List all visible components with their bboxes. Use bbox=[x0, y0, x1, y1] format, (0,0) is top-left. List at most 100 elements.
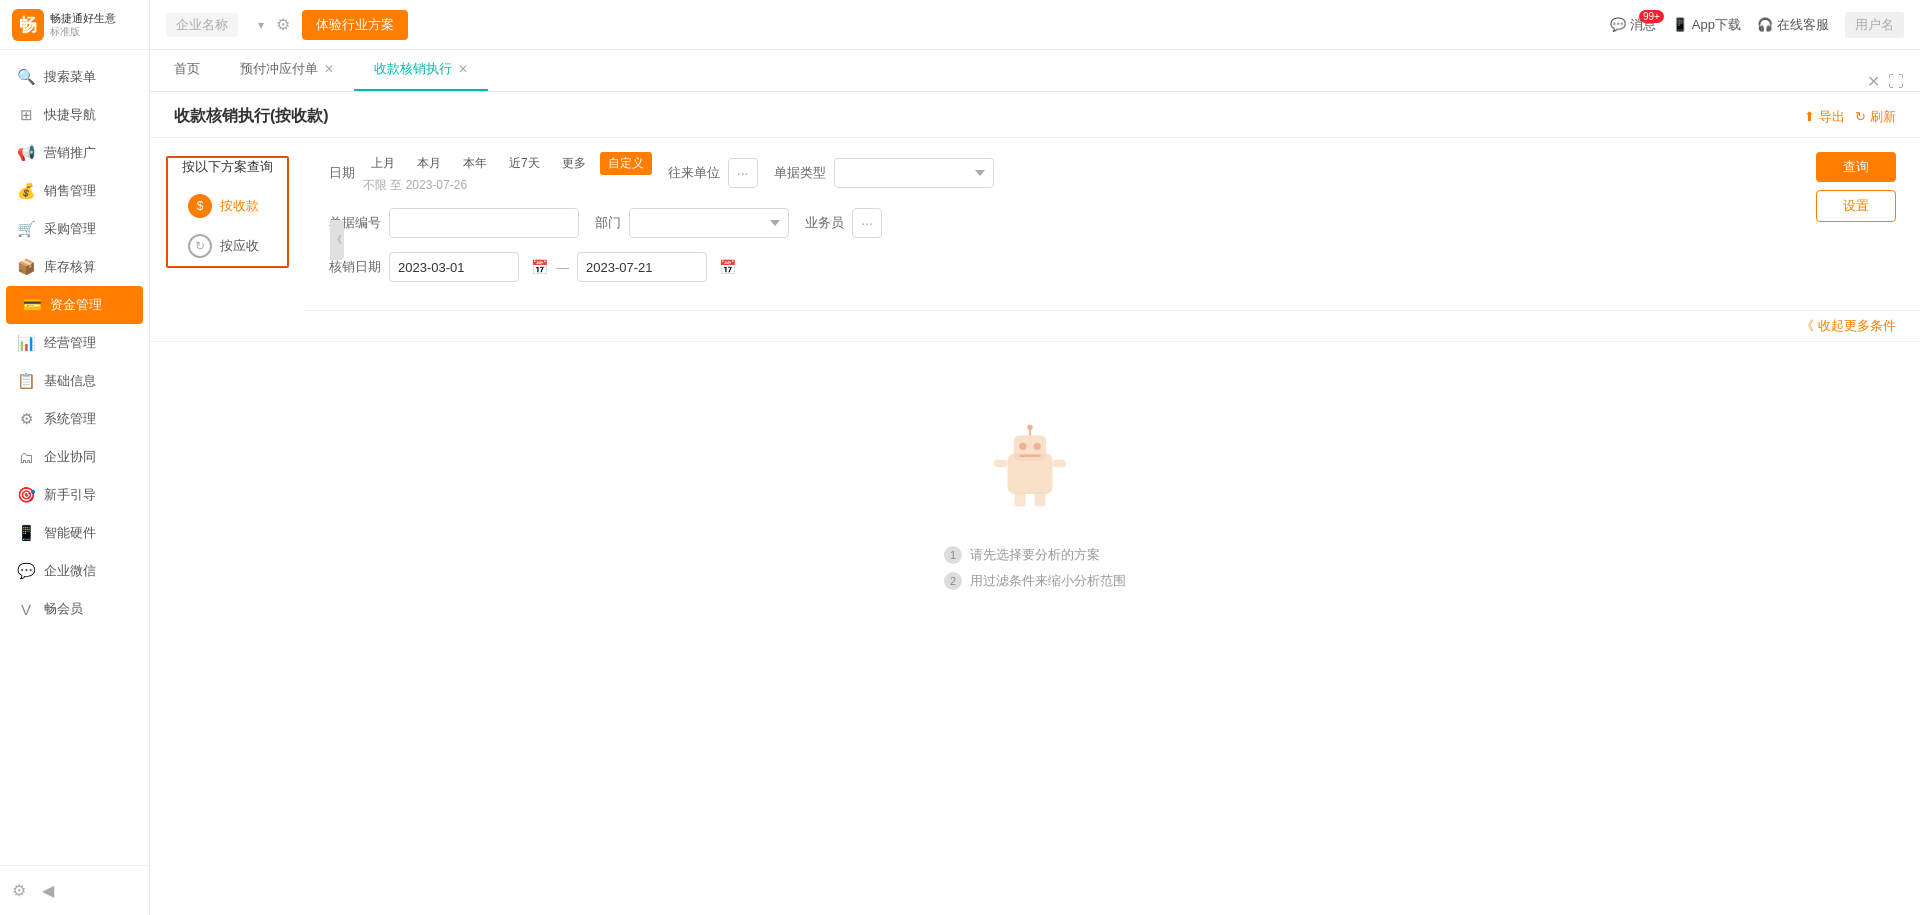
sidebar-item-系统管理[interactable]: ⚙系统管理 bbox=[0, 400, 149, 438]
filter-panel: 按以下方案查询 $ 按收款 ↻ 按应收 bbox=[166, 156, 289, 268]
calendar-end-icon[interactable]: 📅 bbox=[719, 259, 736, 275]
topbar-brand: 企业名称 bbox=[166, 13, 238, 37]
sidebar-item-销售管理[interactable]: 💰销售管理 bbox=[0, 172, 149, 210]
page-header-actions: ⬆ 导出 ↻ 刷新 bbox=[1804, 108, 1896, 126]
date-more-btn[interactable]: 更多 bbox=[554, 152, 594, 175]
svg-rect-7 bbox=[994, 460, 1008, 467]
bill-no-input[interactable] bbox=[389, 208, 579, 238]
verify-date-field: 核销日期 📅 — 📅 bbox=[329, 252, 736, 282]
tab-close-prepay[interactable]: ✕ bbox=[324, 62, 334, 76]
verify-date-start-input[interactable] bbox=[389, 252, 519, 282]
tabs-bar: 首页 预付冲应付单 ✕ 收款核销执行 ✕ ✕ ⛶ bbox=[150, 50, 1920, 92]
svg-point-2 bbox=[1019, 443, 1026, 450]
date-7days-btn[interactable]: 近7天 bbox=[501, 152, 548, 175]
receipt-filter-icon: $ bbox=[188, 194, 212, 218]
headset-icon: 🎧 bbox=[1757, 17, 1773, 32]
sidebar-item-畅会员[interactable]: V畅会员 bbox=[0, 590, 149, 628]
date-this-year-btn[interactable]: 本年 bbox=[455, 152, 495, 175]
filter-option-by-receipt[interactable]: $ 按收款 bbox=[168, 186, 287, 226]
svg-rect-10 bbox=[1035, 492, 1046, 506]
sidebar-item-快捷导航[interactable]: ⊞快捷导航 bbox=[0, 96, 149, 134]
sidebar-nav: 🔍搜索菜单⊞快捷导航📢营销推广💰销售管理🛒采购管理📦库存核算💳资金管理📊经营管理… bbox=[0, 50, 149, 865]
calendar-start-icon[interactable]: 📅 bbox=[531, 259, 548, 275]
empty-tips: 1 请先选择要分析的方案 2 用过滤条件来缩小分析范围 bbox=[944, 542, 1126, 594]
dept-select[interactable] bbox=[629, 208, 789, 238]
svg-rect-4 bbox=[1019, 454, 1041, 457]
date-separator: — bbox=[556, 260, 569, 275]
collapse-up-icon: 《 bbox=[1801, 317, 1814, 335]
staff-picker-btn[interactable]: ··· bbox=[852, 208, 882, 238]
svg-rect-9 bbox=[1015, 492, 1026, 506]
close-tab-icon[interactable]: ✕ bbox=[1867, 72, 1880, 91]
sidebar-item-营销推广[interactable]: 📢营销推广 bbox=[0, 134, 149, 172]
date-this-month-btn[interactable]: 本月 bbox=[409, 152, 449, 175]
page-title: 收款核销执行(按收款) bbox=[174, 106, 329, 127]
svg-point-6 bbox=[1027, 425, 1032, 430]
sidebar-item-资金管理[interactable]: 💳资金管理 bbox=[6, 286, 143, 324]
refresh-icon: ↻ bbox=[1855, 109, 1866, 124]
settings-icon[interactable]: ⚙ bbox=[12, 881, 26, 900]
empty-tip-1: 1 请先选择要分析的方案 bbox=[944, 542, 1126, 568]
sidebar-item-采购管理[interactable]: 🛒采购管理 bbox=[0, 210, 149, 248]
tab-prepay[interactable]: 预付冲应付单 ✕ bbox=[220, 49, 354, 91]
date-custom-btn[interactable]: 自定义 bbox=[600, 152, 652, 175]
query-button[interactable]: 查询 bbox=[1816, 152, 1896, 182]
query-area: 按以下方案查询 $ 按收款 ↻ 按应收 《 bbox=[150, 138, 1920, 342]
query-actions: 查询 设置 bbox=[1816, 138, 1920, 310]
settings-button[interactable]: 设置 bbox=[1816, 190, 1896, 222]
topbar-user: 用户名 bbox=[1845, 12, 1904, 38]
sidebar-item-经营管理[interactable]: 📊经营管理 bbox=[0, 324, 149, 362]
page-header: 收款核销执行(按收款) ⬆ 导出 ↻ 刷新 bbox=[150, 92, 1920, 138]
verify-date-end-input[interactable] bbox=[577, 252, 707, 282]
solution-button[interactable]: 体验行业方案 bbox=[302, 10, 408, 40]
dept-field: 部门 bbox=[595, 208, 789, 238]
sidebar-item-企业协同[interactable]: 🗂企业协同 bbox=[0, 438, 149, 476]
svg-rect-8 bbox=[1053, 460, 1067, 467]
query-row-3: 核销日期 📅 — 📅 bbox=[329, 252, 1792, 282]
staff-field: 业务员 ··· bbox=[805, 208, 882, 238]
topbar-dropdown-icon[interactable]: ▾ bbox=[258, 18, 264, 32]
online-service-button[interactable]: 🎧 在线客服 bbox=[1757, 16, 1829, 34]
date-quick-btns: 上月 本月 本年 近7天 更多 自定义 bbox=[363, 152, 652, 175]
sidebar-logo: 畅 畅捷通好生意 标准版 bbox=[0, 0, 149, 50]
export-button[interactable]: ⬆ 导出 bbox=[1804, 108, 1845, 126]
bill-type-field: 单据类型 bbox=[774, 158, 994, 188]
date-last-month-btn[interactable]: 上月 bbox=[363, 152, 403, 175]
query-fields-wrap: 日期 上月 本月 本年 近7天 更多 自定义 bbox=[305, 138, 1920, 341]
page-inner: 收款核销执行(按收款) ⬆ 导出 ↻ 刷新 按以下方案 bbox=[150, 92, 1920, 915]
topbar: 企业名称 ▾ ⚙ 体验行业方案 💬 消息 99+ 📱 App下载 🎧 在线客服 … bbox=[150, 0, 1920, 50]
page-body: 收款核销执行(按收款) ⬆ 导出 ↻ 刷新 按以下方案 bbox=[150, 92, 1920, 915]
date-field: 日期 上月 本月 本年 近7天 更多 自定义 bbox=[329, 152, 652, 194]
tab-collection[interactable]: 收款核销执行 ✕ bbox=[354, 49, 488, 91]
bill-type-label: 单据类型 bbox=[774, 164, 826, 182]
message-icon: 💬 bbox=[1610, 17, 1626, 32]
topbar-right: 💬 消息 99+ 📱 App下载 🎧 在线客服 用户名 bbox=[1610, 12, 1904, 38]
partner-field: 往来单位 ··· bbox=[668, 158, 758, 188]
collapse-more-button[interactable]: 《 收起更多条件 bbox=[305, 310, 1920, 341]
topbar-gear-icon[interactable]: ⚙ bbox=[276, 15, 290, 34]
receivable-filter-icon: ↻ bbox=[188, 234, 212, 258]
date-range-hint: 不限 至 2023-07-26 bbox=[363, 177, 652, 194]
tab-close-collection[interactable]: ✕ bbox=[458, 62, 468, 76]
filter-option-by-receivable[interactable]: ↻ 按应收 bbox=[168, 226, 287, 266]
export-icon: ⬆ bbox=[1804, 109, 1815, 124]
sidebar-item-智能硬件[interactable]: 📱智能硬件 bbox=[0, 514, 149, 552]
sidebar-item-搜索菜单[interactable]: 🔍搜索菜单 bbox=[0, 58, 149, 96]
collapse-sidebar-icon[interactable]: ◀ bbox=[42, 881, 54, 900]
svg-point-3 bbox=[1034, 443, 1041, 450]
partner-picker-btn[interactable]: ··· bbox=[728, 158, 758, 188]
partner-label: 往来单位 bbox=[668, 164, 720, 182]
sidebar-item-企业微信[interactable]: 💬企业微信 bbox=[0, 552, 149, 590]
app-download-button[interactable]: 📱 App下载 bbox=[1672, 16, 1741, 34]
collapse-panel-icon[interactable]: 《 bbox=[330, 220, 344, 260]
query-fields-actions-row: 日期 上月 本月 本年 近7天 更多 自定义 bbox=[305, 138, 1920, 310]
tabs-actions: ✕ ⛶ bbox=[1867, 72, 1920, 91]
sidebar-item-新手引导[interactable]: 🎯新手引导 bbox=[0, 476, 149, 514]
refresh-button[interactable]: ↻ 刷新 bbox=[1855, 108, 1896, 126]
tab-home[interactable]: 首页 bbox=[150, 49, 220, 91]
message-button[interactable]: 💬 消息 99+ bbox=[1610, 16, 1656, 34]
sidebar-item-库存核算[interactable]: 📦库存核算 bbox=[0, 248, 149, 286]
expand-tab-icon[interactable]: ⛶ bbox=[1888, 73, 1904, 91]
bill-type-select[interactable] bbox=[834, 158, 994, 188]
sidebar-item-基础信息[interactable]: 📋基础信息 bbox=[0, 362, 149, 400]
